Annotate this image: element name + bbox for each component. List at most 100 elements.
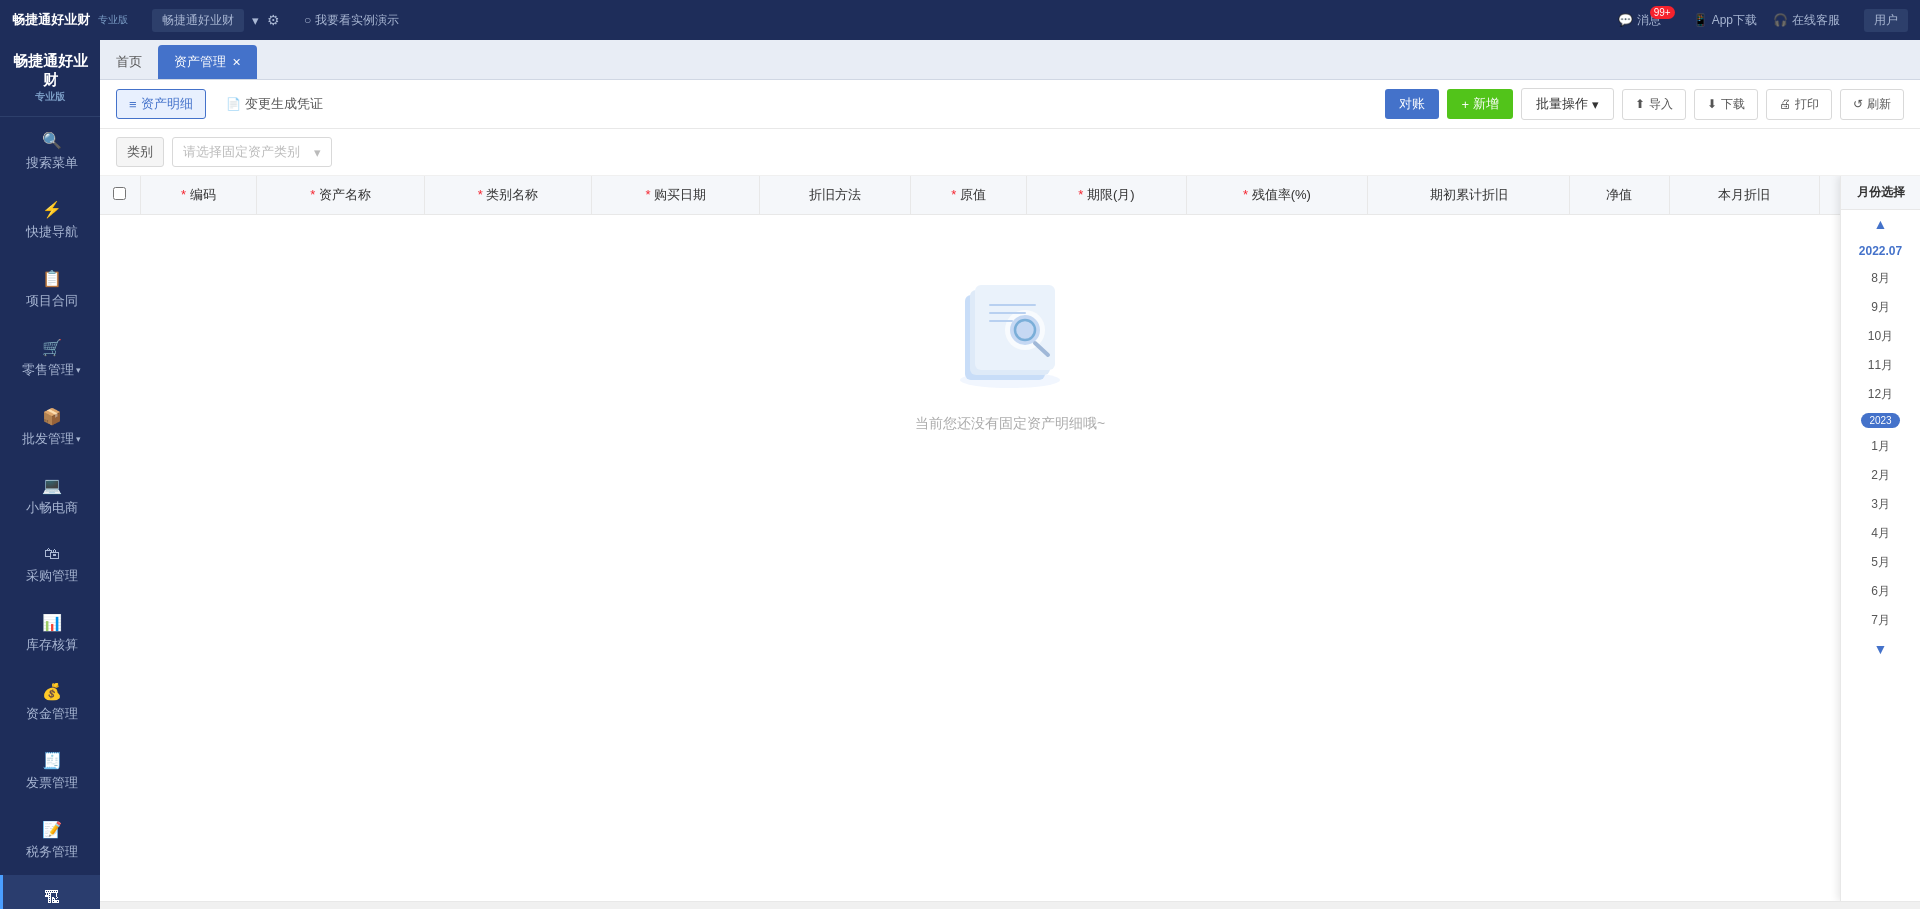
print-button[interactable]: 🖨 打印 bbox=[1766, 89, 1832, 120]
finance-icon: 💰 bbox=[42, 682, 62, 701]
tab-close-icon[interactable]: ✕ bbox=[232, 56, 241, 69]
sidebar-label-search: 搜索菜单 bbox=[26, 154, 78, 172]
reconcile-button[interactable]: 对账 bbox=[1385, 89, 1439, 119]
month-picker-down-btn[interactable]: ▼ bbox=[1868, 639, 1894, 659]
sidebar-item-project[interactable]: 📋 项目合同 bbox=[0, 255, 100, 324]
refresh-icon: ↺ bbox=[1853, 97, 1863, 111]
sidebar-item-retail[interactable]: 🛒 零售管理 ▾ bbox=[0, 324, 100, 393]
sidebar-label-quick-nav: 快捷导航 bbox=[26, 223, 78, 241]
tab-asset-mgmt-label: 资产管理 bbox=[174, 53, 226, 71]
sidebar-label-inventory: 库存核算 bbox=[26, 636, 78, 654]
month-picker-nav-down: ▼ bbox=[1841, 635, 1920, 663]
settings-icon[interactable]: ⚙ bbox=[267, 12, 280, 28]
sidebar-label-project: 项目合同 bbox=[26, 292, 78, 310]
sidebar-label-purchase: 采购管理 bbox=[26, 567, 78, 585]
batch-label: 批量操作 bbox=[1536, 95, 1588, 113]
checkbox-header[interactable] bbox=[100, 176, 140, 215]
month-item-oct[interactable]: 10月 bbox=[1841, 322, 1920, 351]
message-btn[interactable]: 💬 消息 99+ bbox=[1618, 12, 1661, 29]
sidebar-item-fixed-assets[interactable]: 🏗 固定资产 bbox=[0, 875, 100, 909]
batch-button[interactable]: 批量操作 ▾ bbox=[1521, 88, 1614, 120]
batch-arrow-icon: ▾ bbox=[1592, 97, 1599, 112]
wholesale-arrow-icon: ▾ bbox=[76, 434, 81, 444]
sidebar-item-tax[interactable]: 📝 税务管理 bbox=[0, 806, 100, 875]
print-icon: 🖨 bbox=[1779, 97, 1791, 111]
month-item-sep[interactable]: 9月 bbox=[1841, 293, 1920, 322]
month-item-2022-07[interactable]: 2022.07 bbox=[1841, 238, 1920, 264]
import-button[interactable]: ⬆ 导入 bbox=[1622, 89, 1686, 120]
table-area: * 编码 * 资产名称 * 类别名称 * 购买日期 折旧方法 * 原值 * 期限… bbox=[100, 176, 1920, 901]
month-item-jan[interactable]: 1月 bbox=[1841, 432, 1920, 461]
tab-bar: 首页 资产管理 ✕ bbox=[100, 40, 1920, 80]
logo-subtitle: 专业版 bbox=[8, 90, 92, 104]
project-icon: 📋 bbox=[42, 269, 62, 288]
sidebar-label-ecommerce: 小畅电商 bbox=[26, 499, 78, 517]
change-voucher-tab-icon: 📄 bbox=[226, 97, 241, 111]
category-select[interactable]: 请选择固定资产类别 ▾ bbox=[172, 137, 332, 167]
category-filter-label: 类别 bbox=[116, 137, 164, 167]
demo-circle-icon: ○ bbox=[304, 13, 311, 27]
tax-icon: 📝 bbox=[42, 820, 62, 839]
main-layout: 畅捷通好业财 专业版 🔍 搜索菜单 ⚡ 快捷导航 📋 项目合同 🛒 零售管理 ▾… bbox=[0, 40, 1920, 909]
month-picker-panel: 月份选择 ▲ 2022.07 8月 9月 10月 11月 12月 2023 bbox=[1840, 176, 1920, 901]
fixed-assets-icon: 🏗 bbox=[44, 889, 60, 907]
month-item-aug[interactable]: 8月 bbox=[1841, 264, 1920, 293]
col-accumulated-depreciation: 期初累计折旧 bbox=[1368, 176, 1569, 215]
search-icon: 🔍 bbox=[42, 131, 62, 150]
month-item-jun[interactable]: 6月 bbox=[1841, 577, 1920, 606]
sidebar-item-wholesale[interactable]: 📦 批发管理 ▾ bbox=[0, 393, 100, 462]
month-item-jul[interactable]: 7月 bbox=[1841, 606, 1920, 635]
demo-link[interactable]: ○ 我要看实例演示 bbox=[304, 12, 399, 29]
sidebar-label-wholesale: 批发管理 bbox=[22, 430, 74, 448]
select-all-checkbox[interactable] bbox=[113, 187, 126, 200]
user-avatar[interactable]: 用户 bbox=[1864, 9, 1908, 32]
message-badge: 99+ bbox=[1650, 6, 1675, 19]
sidebar: 畅捷通好业财 专业版 🔍 搜索菜单 ⚡ 快捷导航 📋 项目合同 🛒 零售管理 ▾… bbox=[0, 40, 100, 909]
col-category: * 类别名称 bbox=[424, 176, 592, 215]
inventory-icon: 📊 bbox=[42, 613, 62, 632]
tab-home[interactable]: 首页 bbox=[100, 45, 158, 79]
month-item-feb[interactable]: 2月 bbox=[1841, 461, 1920, 490]
logo-title: 畅捷通好业财 bbox=[8, 52, 92, 90]
month-item-nov[interactable]: 11月 bbox=[1841, 351, 1920, 380]
tab-asset-mgmt[interactable]: 资产管理 ✕ bbox=[158, 45, 257, 79]
col-monthly-depreciation: 本月折旧 bbox=[1669, 176, 1820, 215]
dropdown-icon[interactable]: ▾ bbox=[252, 13, 259, 28]
sidebar-item-ecommerce[interactable]: 💻 小畅电商 bbox=[0, 462, 100, 531]
col-original-value: * 原值 bbox=[910, 176, 1027, 215]
purchase-icon: 🛍 bbox=[44, 545, 60, 563]
wholesale-icon: 📦 bbox=[42, 407, 62, 426]
app-download-btn[interactable]: 📱 App下载 bbox=[1693, 12, 1757, 29]
month-item-apr[interactable]: 4月 bbox=[1841, 519, 1920, 548]
online-service-btn[interactable]: 🎧 在线客服 bbox=[1773, 12, 1840, 29]
sidebar-label-retail: 零售管理 bbox=[22, 361, 74, 379]
add-button[interactable]: + 新增 bbox=[1447, 89, 1513, 119]
col-purchase-date: * 购买日期 bbox=[592, 176, 760, 215]
sub-tab-change-voucher[interactable]: 📄 变更生成凭证 bbox=[214, 90, 335, 118]
sidebar-item-search[interactable]: 🔍 搜索菜单 bbox=[0, 117, 100, 186]
refresh-button[interactable]: ↺ 刷新 bbox=[1840, 89, 1904, 120]
month-item-dec[interactable]: 12月 bbox=[1841, 380, 1920, 409]
sidebar-item-finance[interactable]: 💰 资金管理 bbox=[0, 668, 100, 737]
empty-text: 当前您还没有固定资产明细哦~ bbox=[915, 415, 1105, 433]
sidebar-item-invoice[interactable]: 🧾 发票管理 bbox=[0, 737, 100, 806]
print-label: 打印 bbox=[1795, 96, 1819, 113]
filter-row: 类别 请选择固定资产类别 ▾ bbox=[100, 129, 1920, 176]
sidebar-item-quick-nav[interactable]: ⚡ 快捷导航 bbox=[0, 186, 100, 255]
quick-nav-icon: ⚡ bbox=[42, 200, 62, 219]
sub-tab-asset-detail[interactable]: ≡ 资产明细 bbox=[116, 89, 206, 119]
month-picker-up-btn[interactable]: ▲ bbox=[1868, 214, 1894, 234]
category-select-arrow: ▾ bbox=[314, 145, 321, 160]
add-icon: + bbox=[1461, 97, 1469, 112]
table-header-row: * 编码 * 资产名称 * 类别名称 * 购买日期 折旧方法 * 原值 * 期限… bbox=[100, 176, 1920, 215]
month-item-mar[interactable]: 3月 bbox=[1841, 490, 1920, 519]
sub-tabs-row: ≡ 资产明细 📄 变更生成凭证 对账 + 新增 批量操作 ▾ bbox=[100, 80, 1920, 129]
bottom-scrollbar[interactable] bbox=[100, 901, 1920, 909]
download-button[interactable]: ⬇ 下载 bbox=[1694, 89, 1758, 120]
sidebar-item-inventory[interactable]: 📊 库存核算 bbox=[0, 599, 100, 668]
sidebar-item-purchase[interactable]: 🛍 采购管理 bbox=[0, 531, 100, 599]
headset-icon: 🎧 bbox=[1773, 13, 1788, 27]
month-item-may[interactable]: 5月 bbox=[1841, 548, 1920, 577]
add-label: 新增 bbox=[1473, 95, 1499, 113]
col-period: * 期限(月) bbox=[1027, 176, 1186, 215]
